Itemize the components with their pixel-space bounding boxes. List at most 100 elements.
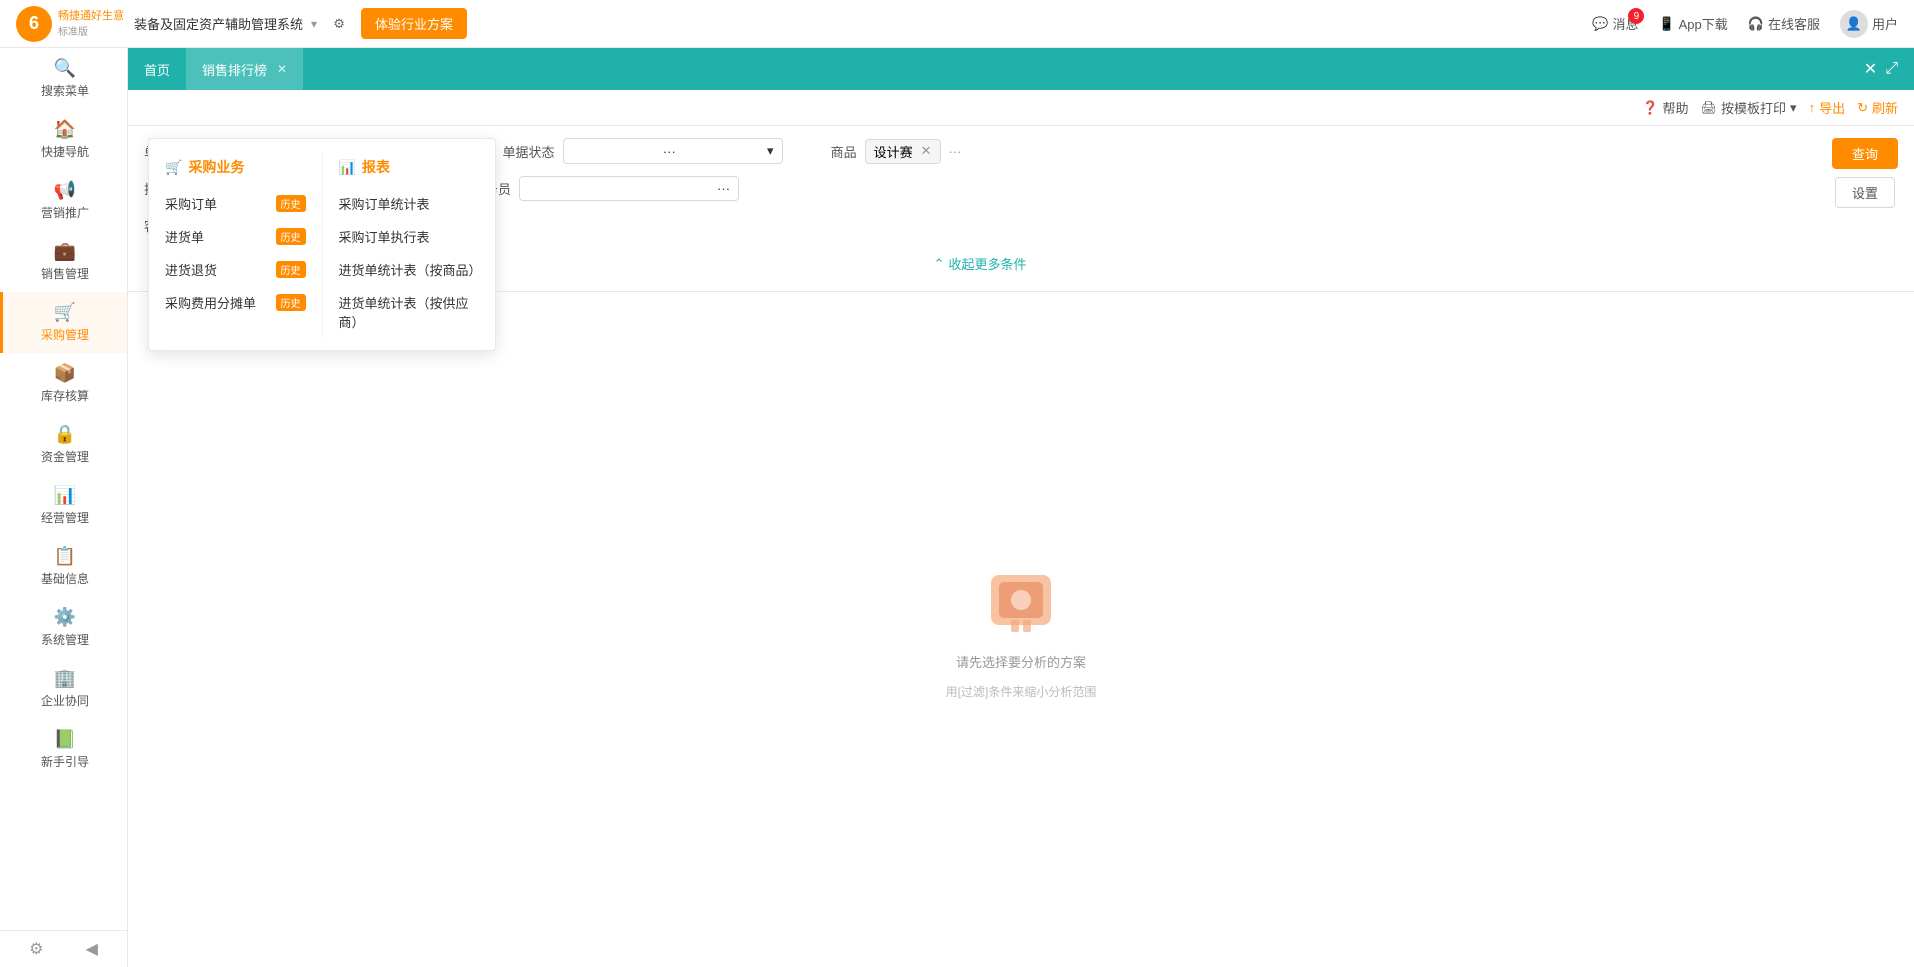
tab-home[interactable]: 首页	[128, 48, 186, 90]
sidebar-operations-label: 经营管理	[41, 509, 89, 526]
content-area: 首页 销售排行榜 ✕ ✕ ⤢ ❓ 帮助	[128, 48, 1914, 967]
marketing-icon: 📢	[54, 180, 76, 201]
purchase-report-icon: 📊	[339, 159, 356, 176]
sidebar-item-finance[interactable]: 🔒 资金管理	[0, 414, 127, 475]
sales-icon: 💼	[54, 241, 76, 262]
purchase-order-stats-item[interactable]: 采购订单统计表	[335, 187, 484, 220]
purchase-expense-item[interactable]: 采购费用分摊单 历史	[161, 286, 310, 319]
goods-tag-remove[interactable]: ✕	[921, 143, 932, 159]
purchase-order-exec-label: 采购订单执行表	[339, 227, 430, 246]
phone-icon: 📱	[1658, 16, 1674, 32]
message-btn[interactable]: 💬 消息 9	[1592, 14, 1638, 33]
industry-button[interactable]: 体验行业方案	[361, 8, 467, 39]
goods-receipt-stats-by-goods-label: 进货单统计表（按商品）	[339, 260, 480, 279]
tab-close-btn[interactable]: ✕	[277, 62, 287, 76]
basic-info-icon: 📋	[54, 546, 76, 567]
purchase-business-icon: 🛒	[165, 159, 182, 176]
sidebar-item-enterprise[interactable]: 🏢 企业协同	[0, 658, 127, 719]
tab-sales-ranking-label: 销售排行榜	[202, 60, 267, 79]
collapse-up-icon: ⌃	[934, 256, 945, 272]
tab-sales-ranking[interactable]: 销售排行榜 ✕	[186, 48, 303, 90]
empty-hint-1: 请先选择要分析的方案	[956, 652, 1086, 671]
enterprise-icon: 🏢	[54, 668, 76, 689]
app-download-label: App下载	[1679, 14, 1728, 33]
logo-badge: 标准版	[58, 23, 124, 38]
doc-status-dots: ···	[663, 144, 676, 159]
sidebar-finance-label: 资金管理	[41, 448, 89, 465]
online-service-label: 在线客服	[1768, 14, 1820, 33]
purchase-report-header: 📊 报表	[335, 151, 484, 187]
main-content: 请先选择要分析的方案 用[过滤]条件来缩小分析范围	[128, 292, 1914, 967]
title-settings-btn[interactable]: ⚙	[325, 10, 353, 38]
goods-tag: 设计赛 ✕	[865, 139, 941, 164]
sidebar-item-search[interactable]: 🔍 搜索菜单	[0, 48, 127, 109]
settings-button[interactable]: 设置	[1835, 177, 1895, 208]
filter-right-btns: 查询 设置	[1832, 138, 1898, 279]
goods-return-item[interactable]: 进货退货 历史	[161, 253, 310, 286]
doc-status-label: 单据状态	[503, 142, 555, 161]
sidebar-system-label: 系统管理	[41, 631, 89, 648]
user-area[interactable]: 👤 用户	[1840, 10, 1898, 38]
title-dropdown-arrow[interactable]: ▾	[311, 17, 317, 31]
sidebar-item-inventory[interactable]: 📦 库存核算	[0, 353, 127, 414]
sidebar-item-purchase[interactable]: 🛒 采购管理	[0, 292, 127, 353]
window-close-btn[interactable]: ✕	[1864, 59, 1877, 79]
sidebar-item-operations[interactable]: 📊 经营管理	[0, 475, 127, 536]
purchase-icon: 🛒	[54, 302, 76, 323]
sidebar-item-marketing[interactable]: 📢 营销推广	[0, 170, 127, 231]
page-content: ❓ 帮助 🖨 按模板打印 ▾ ↑ 导出 ↻	[128, 90, 1914, 967]
filter-salesperson-item: 业务员 ···	[472, 176, 739, 201]
purchase-report-col: 📊 报表 采购订单统计表 采购订单执行表 进货单统计表（按商品）	[322, 151, 496, 338]
online-service-btn[interactable]: 🎧 在线客服	[1748, 14, 1820, 33]
main-area: 🔍 搜索菜单 🏠 快捷导航 📢 营销推广 💼 销售管理 🛒 采购管	[0, 48, 1914, 967]
sidebar-enterprise-label: 企业协同	[41, 692, 89, 709]
sidebar-item-basic-info[interactable]: 📋 基础信息	[0, 536, 127, 597]
empty-hint-2: 用[过滤]条件来缩小分析范围	[946, 683, 1097, 700]
goods-receipt-stats-by-supplier-label: 进货单统计表（按供应商）	[339, 293, 480, 331]
user-label: 用户	[1872, 14, 1898, 33]
export-btn[interactable]: ↑ 导出	[1809, 98, 1846, 117]
sidebar-item-sales[interactable]: 💼 销售管理	[0, 231, 127, 292]
purchase-order-label: 采购订单	[165, 194, 217, 213]
sidebar-quick-nav-label: 快捷导航	[41, 143, 89, 160]
goods-return-history: 历史	[276, 261, 306, 278]
salesperson-select[interactable]: ···	[519, 176, 739, 201]
top-bar: 6 畅捷通好生意 标准版 装备及固定资产辅助管理系统 ▾ ⚙ 体验行业方案 💬 …	[0, 0, 1914, 48]
inventory-icon: 📦	[54, 363, 76, 384]
sidebar-collapse-btn[interactable]: ◀	[86, 939, 98, 959]
query-button[interactable]: 查询	[1832, 138, 1898, 169]
system-icon: ⚙️	[54, 607, 76, 628]
operations-icon: 📊	[54, 485, 76, 506]
sidebar-item-quick-nav[interactable]: 🏠 快捷导航	[0, 109, 127, 170]
refresh-btn[interactable]: ↻ 刷新	[1857, 98, 1898, 117]
purchase-order-history: 历史	[276, 195, 306, 212]
purchase-dropdown-menu: 🛒 采购业务 采购订单 历史 进货单 历史 进货退货	[148, 138, 496, 351]
doc-status-select[interactable]: ··· ▾	[563, 138, 783, 164]
goods-receipt-item[interactable]: 进货单 历史	[161, 220, 310, 253]
purchase-order-item[interactable]: 采购订单 历史	[161, 187, 310, 220]
purchase-order-exec-item[interactable]: 采购订单执行表	[335, 220, 484, 253]
sidebar-item-system[interactable]: ⚙️ 系统管理	[0, 597, 127, 658]
purchase-report-title: 报表	[362, 157, 390, 177]
goods-dots[interactable]: ···	[949, 144, 962, 159]
logo-icon: 6	[16, 6, 52, 42]
goods-receipt-stats-by-supplier[interactable]: 进货单统计表（按供应商）	[335, 286, 484, 338]
empty-state: 请先选择要分析的方案 用[过滤]条件来缩小分析范围	[946, 560, 1097, 700]
app-download-btn[interactable]: 📱 App下载	[1658, 14, 1727, 33]
help-btn[interactable]: ❓ 帮助	[1642, 98, 1688, 117]
sidebar-guide-label: 新手引导	[41, 753, 89, 770]
goods-tag-value: 设计赛	[874, 142, 913, 161]
tab-home-label: 首页	[144, 60, 170, 79]
print-btn[interactable]: 🖨 按模板打印 ▾	[1701, 98, 1797, 117]
print-label: 按模板打印	[1721, 98, 1786, 117]
refresh-icon: ↻	[1857, 100, 1868, 116]
print-dropdown-icon[interactable]: ▾	[1790, 100, 1797, 116]
help-label: 帮助	[1662, 98, 1688, 117]
export-icon: ↑	[1809, 100, 1816, 115]
sidebar-item-guide[interactable]: 📗 新手引导	[0, 719, 127, 780]
window-expand-btn[interactable]: ⤢	[1885, 60, 1898, 78]
message-icon: 💬	[1592, 16, 1608, 32]
goods-receipt-label: 进货单	[165, 227, 204, 246]
goods-receipt-stats-by-goods[interactable]: 进货单统计表（按商品）	[335, 253, 484, 286]
sidebar-settings-btn[interactable]: ⚙	[29, 939, 43, 959]
